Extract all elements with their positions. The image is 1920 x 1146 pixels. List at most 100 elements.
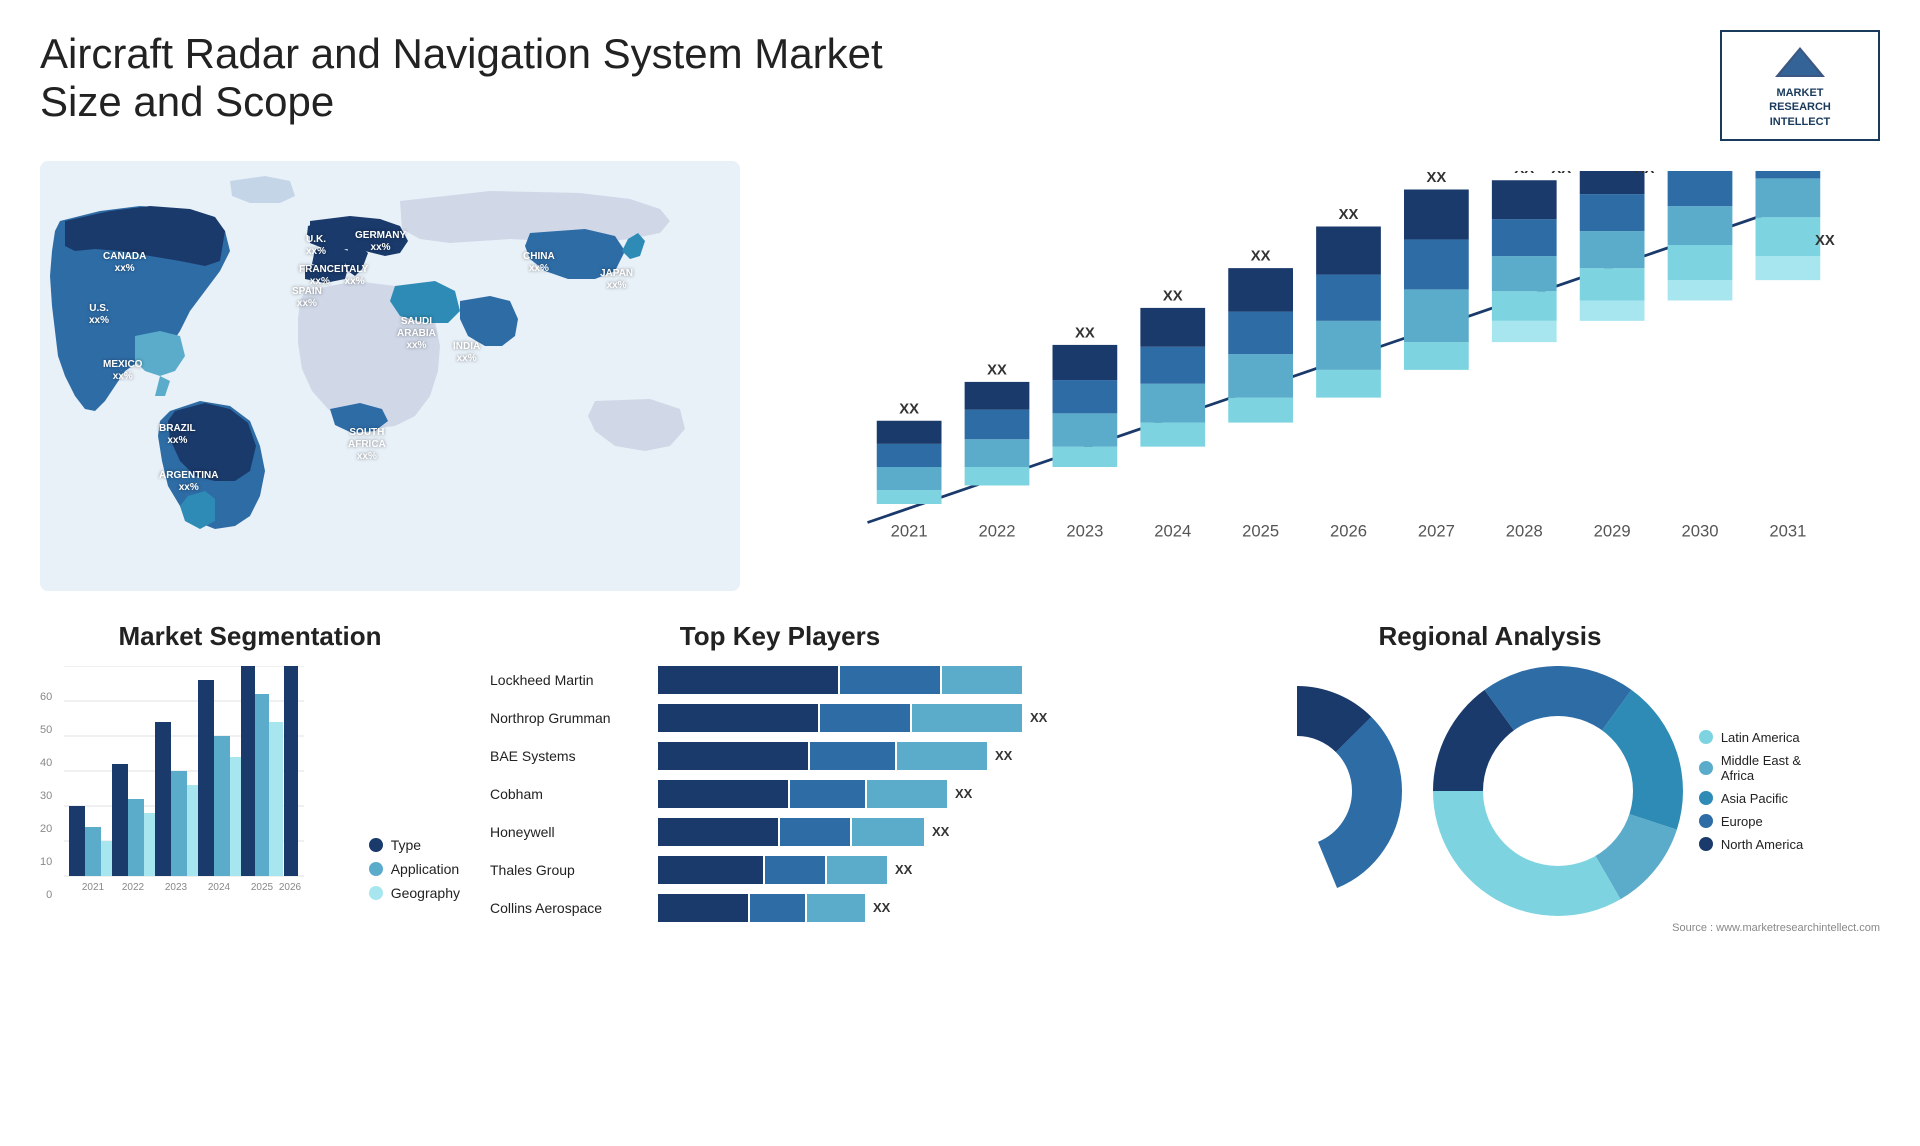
bar-seg-1 [658,742,808,770]
map-svg [40,161,740,591]
legend-north-america: North America [1699,837,1803,852]
legend-dot-type [369,838,383,852]
player-xx-bae: XX [995,748,1012,763]
page-header: Aircraft Radar and Navigation System Mar… [40,30,1880,141]
bar-seg-1 [658,818,778,846]
player-name-cobham: Cobham [490,786,650,802]
player-name-honeywell: Honeywell [490,824,650,840]
source-text: Source : www.marketresearchintellect.com [1100,922,1880,934]
donut-wrap: Latin America Middle East &Africa Asia P… [1100,666,1880,916]
svg-text:2024: 2024 [1154,521,1191,540]
seg-chart-svg: 2021 2022 2023 [64,666,304,896]
svg-text:XX: XX [1339,207,1359,223]
bar-seg-3 [897,742,987,770]
player-name-bae: BAE Systems [490,748,650,764]
seg-y-axis: 0 10 20 30 40 50 60 [40,691,52,901]
key-players-title: Top Key Players [490,621,1070,652]
svg-text:2025: 2025 [1242,521,1279,540]
logo-text: MARKET RESEARCH INTELLECT [1769,86,1831,129]
dot-north-america [1699,837,1713,851]
y-tick-30: 30 [40,790,52,802]
player-lockheed: Lockheed Martin [490,666,1070,694]
player-bar-lockheed [658,666,1022,694]
svg-text:XX: XX [1427,171,1447,186]
y-tick-50: 50 [40,724,52,736]
y-tick-0: 0 [46,889,52,901]
bar-seg-2 [765,856,825,884]
svg-text:XX: XX [1251,249,1271,265]
player-name-collins: Collins Aerospace [490,900,650,916]
bar-seg-1 [658,894,748,922]
svg-text:2026: 2026 [1330,521,1367,540]
svg-text:2030: 2030 [1681,521,1718,540]
svg-text:XX: XX [1551,171,1571,177]
player-xx-cobham: XX [955,786,972,801]
player-name-lockheed: Lockheed Martin [490,672,650,688]
bar-seg-2 [790,780,865,808]
bar-seg-3 [852,818,924,846]
bar-seg-2 [810,742,895,770]
svg-text:XX: XX [899,401,919,417]
bar-seg-3 [807,894,865,922]
legend-type: Type [369,837,460,853]
player-xx-honeywell: XX [932,824,949,839]
segmentation-section: Market Segmentation 0 10 20 30 40 50 60 [40,621,460,941]
donut-chart-svg [1177,671,1417,911]
svg-text:2024: 2024 [208,882,231,893]
player-thales: Thales Group XX [490,856,1070,884]
svg-text:2021: 2021 [82,882,105,893]
player-bar-northrop [658,704,1022,732]
y-tick-60: 60 [40,691,52,703]
svg-text:XX: XX [1163,288,1183,304]
svg-text:XX: XX [1514,171,1534,177]
players-list: Lockheed Martin Northrop Grumman XX BAE … [490,666,1070,922]
bar-seg-3 [867,780,947,808]
bar-seg-1 [658,856,763,884]
legend-application: Application [369,861,460,877]
bar-chart-container: 2021 XX 2022 XX 2023 XX [780,161,1880,591]
svg-text:2022: 2022 [978,521,1015,540]
svg-text:2021: 2021 [891,521,928,540]
logo-icon [1775,42,1825,82]
player-honeywell: Honeywell XX [490,818,1070,846]
y-tick-10: 10 [40,856,52,868]
legend-dot-application [369,862,383,876]
regional-title: Regional Analysis [1100,621,1880,652]
player-collins: Collins Aerospace XX [490,894,1070,922]
bar-seg-2 [780,818,850,846]
player-name-northrop: Northrop Grumman [490,710,650,726]
player-bar-honeywell [658,818,924,846]
bar-seg-1 [658,704,818,732]
legend-europe: Europe [1699,814,1803,829]
top-section: CANADAxx% U.S.xx% MEXICOxx% BRAZILxx% AR… [40,161,1880,591]
legend-middle-east: Middle East &Africa [1699,753,1803,783]
legend-geography: Geography [369,885,460,901]
bar-seg-3 [912,704,1022,732]
world-map: CANADAxx% U.S.xx% MEXICOxx% BRAZILxx% AR… [40,161,740,591]
seg-chart-area: 2021 2022 2023 [64,666,358,901]
dot-latin-america [1699,730,1713,744]
y-tick-20: 20 [40,823,52,835]
player-xx-collins: XX [873,900,890,915]
donut-svg-final [1433,666,1683,916]
player-cobham: Cobham XX [490,780,1070,808]
bar-seg-2 [820,704,910,732]
player-name-thales: Thales Group [490,862,650,878]
player-bar-cobham [658,780,947,808]
player-bar-thales [658,856,887,884]
logo: MARKET RESEARCH INTELLECT [1720,30,1880,141]
player-xx-thales: XX [895,862,912,877]
svg-text:2025: 2025 [251,882,274,893]
legend-asia-pacific: Asia Pacific [1699,791,1803,806]
svg-text:2031: 2031 [1769,521,1806,540]
key-players-section: Top Key Players Lockheed Martin Northrop… [490,621,1070,941]
svg-text:2027: 2027 [1418,521,1455,540]
svg-text:XX: XX [1075,325,1095,341]
bar-seg-3 [827,856,887,884]
svg-text:2026: 2026 [279,882,302,893]
player-bar-bae [658,742,987,770]
seg-legend: Type Application Geography [369,837,460,901]
player-xx-northrop: XX [1030,710,1047,725]
regional-section: Regional Analysis [1100,621,1880,941]
bar-seg-1 [658,780,788,808]
